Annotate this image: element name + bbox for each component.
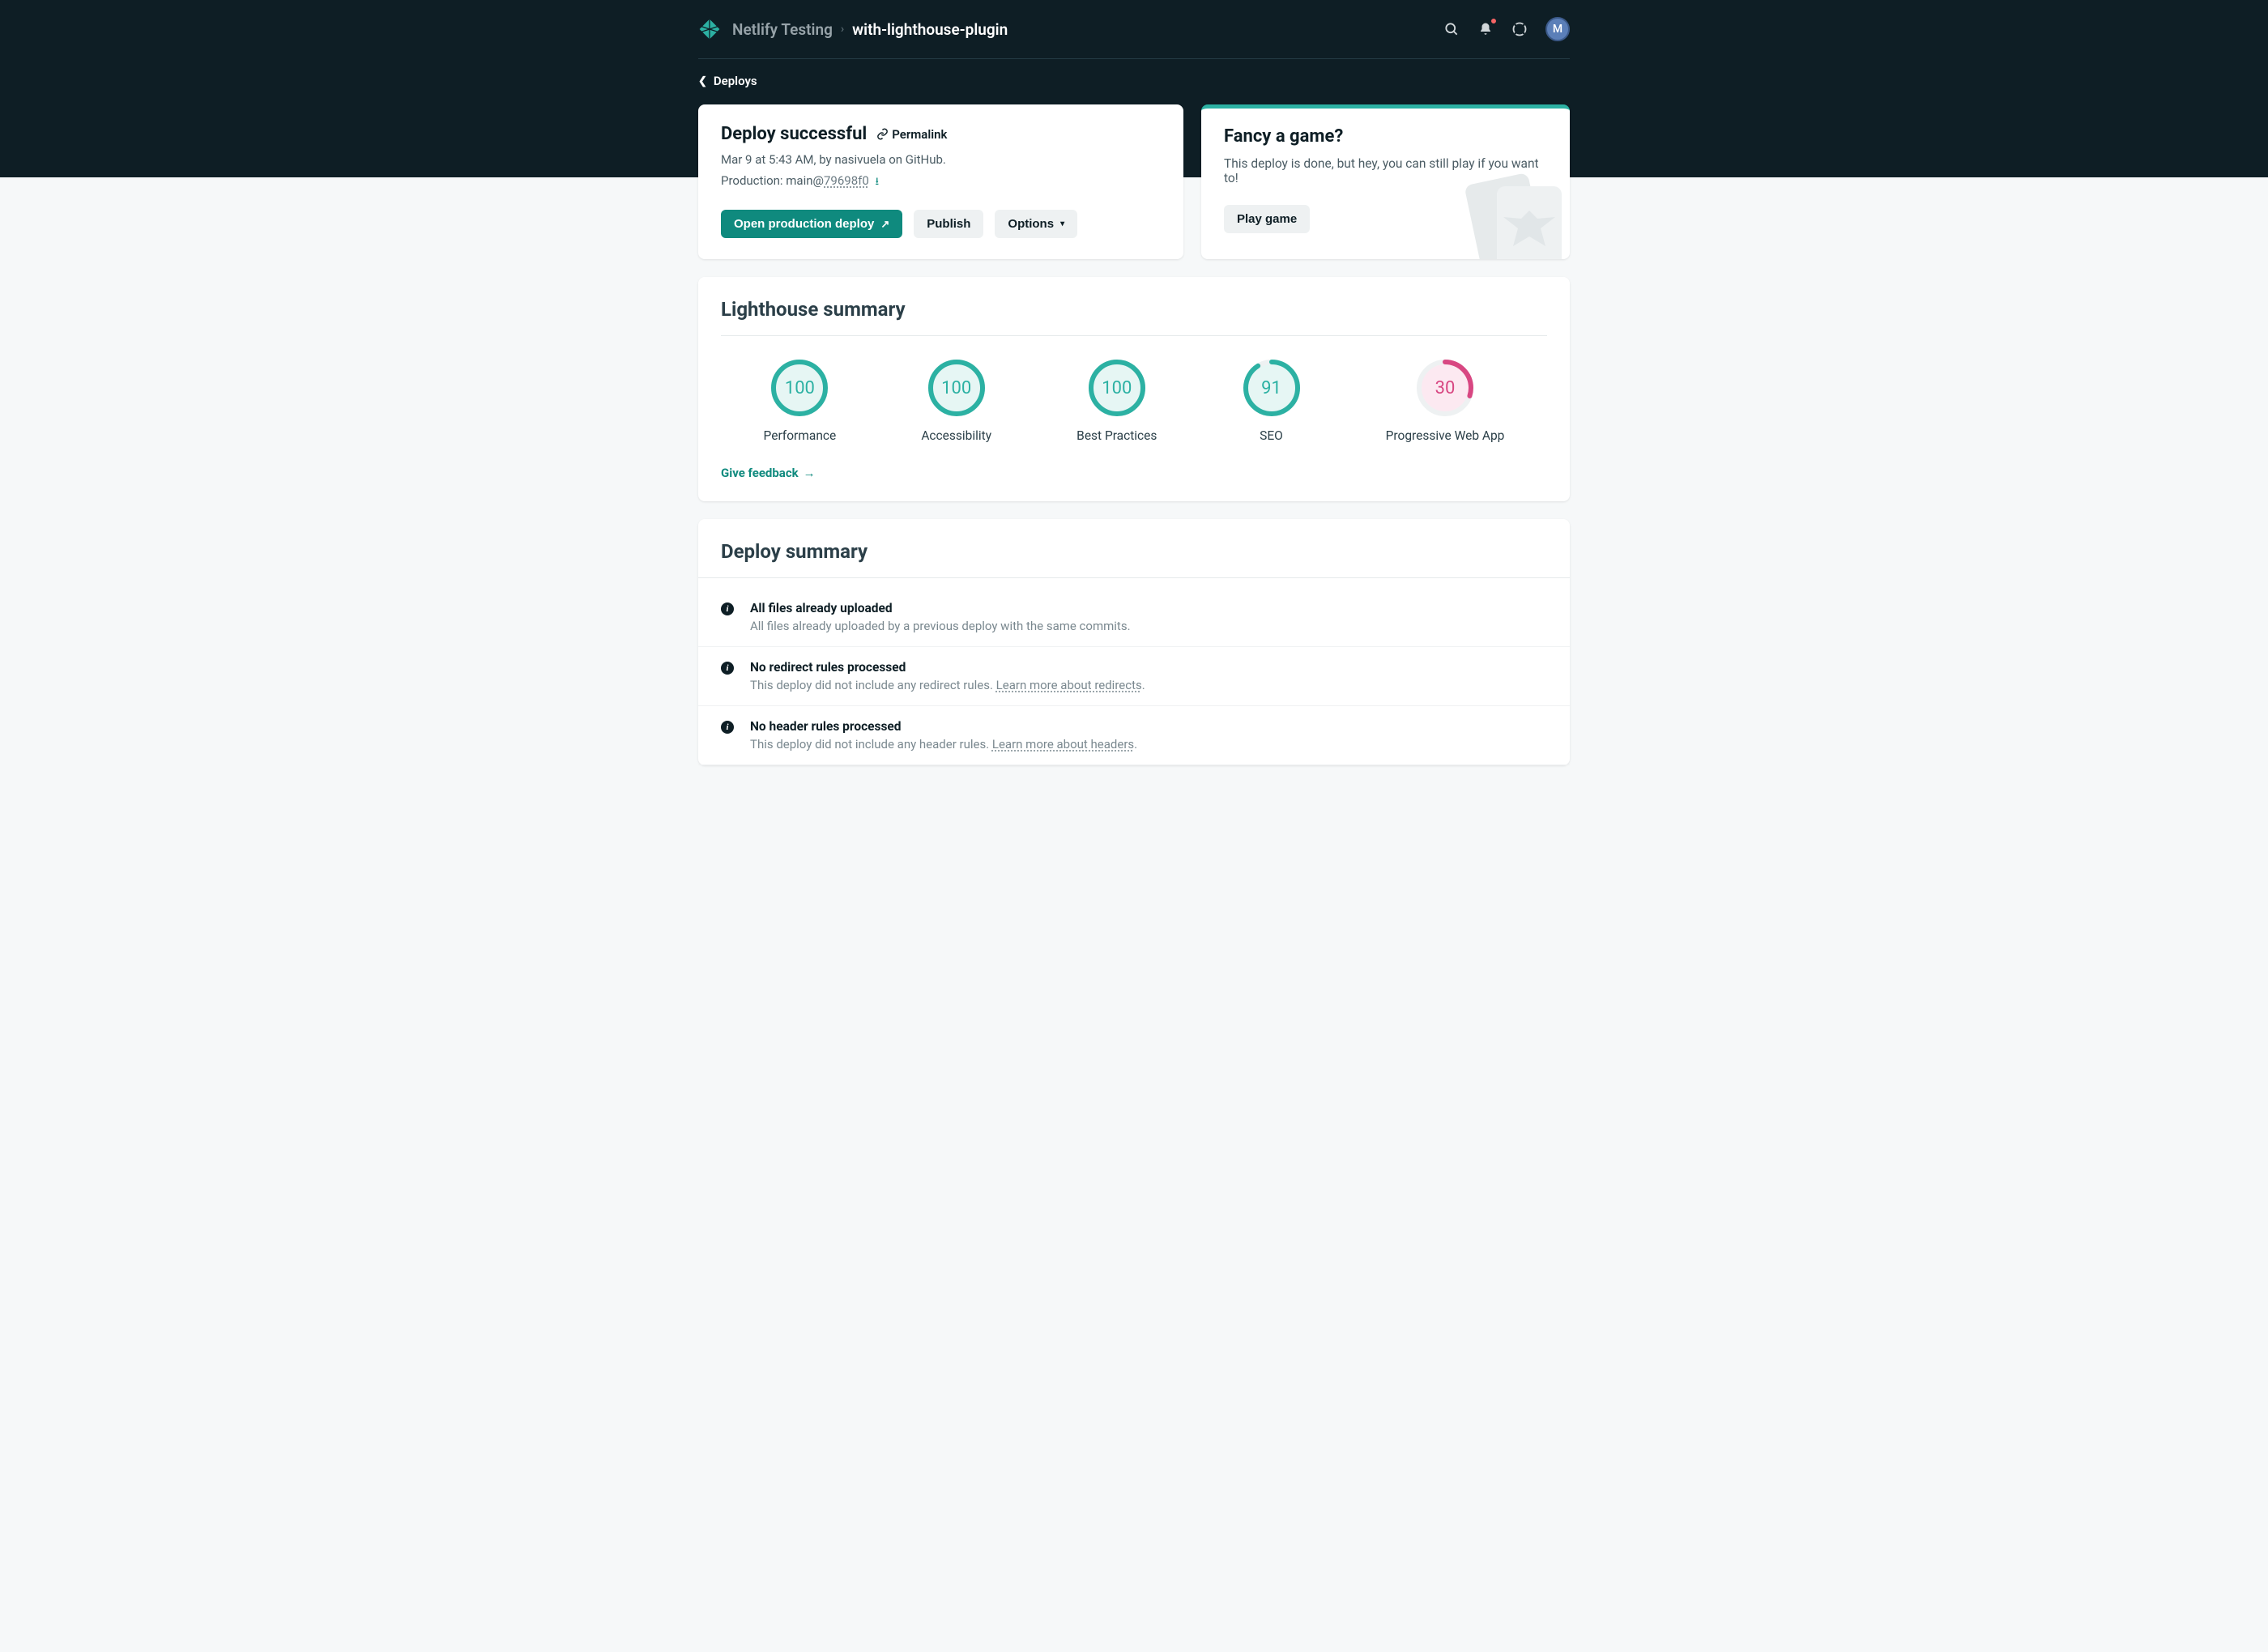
breadcrumb: Netlify Testing › with-lighthouse-plugin xyxy=(732,20,1008,39)
score-gauge: 100 xyxy=(927,359,986,417)
breadcrumb-site[interactable]: with-lighthouse-plugin xyxy=(852,20,1008,39)
chevron-right-icon: › xyxy=(841,23,844,36)
link-icon xyxy=(876,128,889,140)
back-to-deploys[interactable]: ❮ Deploys xyxy=(698,59,1570,104)
avatar[interactable]: M xyxy=(1545,17,1570,41)
deploy-summary-title: Deploy summary xyxy=(721,540,1547,563)
prod-prefix: Production: main@ xyxy=(721,173,824,188)
breadcrumb-team[interactable]: Netlify Testing xyxy=(732,20,833,39)
info-icon: i xyxy=(721,721,734,734)
open-deploy-label: Open production deploy xyxy=(734,217,874,231)
score-value: 91 xyxy=(1243,359,1301,417)
summary-item-title: No header rules processed xyxy=(750,719,1547,734)
score-value: 30 xyxy=(1416,359,1474,417)
open-production-deploy-button[interactable]: Open production deploy ↗ xyxy=(721,210,902,238)
score-value: 100 xyxy=(927,359,986,417)
score-label: Progressive Web App xyxy=(1386,428,1505,443)
chevron-left-icon: ❮ xyxy=(698,75,707,87)
deploy-status-title: Deploy successful xyxy=(721,124,867,144)
game-desc: This deploy is done, but hey, you can st… xyxy=(1224,156,1547,185)
score-gauge: 30 xyxy=(1416,359,1474,417)
help-icon[interactable] xyxy=(1511,21,1528,37)
summary-item-title: No redirect rules processed xyxy=(750,660,1547,675)
summary-item-title: All files already uploaded xyxy=(750,601,1547,615)
deploy-status-card: Deploy successful Permalink Mar 9 at 5:4… xyxy=(698,104,1183,259)
permalink-link[interactable]: Permalink xyxy=(876,127,947,142)
options-label: Options xyxy=(1008,217,1054,231)
lighthouse-score-item: 91 SEO xyxy=(1243,359,1301,443)
score-label: Performance xyxy=(764,428,837,443)
notification-dot xyxy=(1490,18,1497,24)
lighthouse-title: Lighthouse summary xyxy=(721,298,1547,336)
chevron-down-icon: ▾ xyxy=(1060,219,1064,228)
score-label: Best Practices xyxy=(1076,428,1157,443)
permalink-label: Permalink xyxy=(892,127,947,142)
game-title: Fancy a game? xyxy=(1224,126,1547,147)
deploy-production-line: Production: main@79698f0 ⭳ xyxy=(721,173,1161,192)
fancy-a-game-card: Fancy a game? This deploy is done, but h… xyxy=(1201,104,1570,259)
deploy-summary-card: Deploy summary i All files already uploa… xyxy=(698,519,1570,765)
netlify-logo-icon[interactable] xyxy=(698,18,721,40)
arrow-right-icon: → xyxy=(804,466,816,480)
score-value: 100 xyxy=(770,359,829,417)
score-gauge: 100 xyxy=(1088,359,1146,417)
info-icon: i xyxy=(721,602,734,615)
notifications-icon[interactable] xyxy=(1477,21,1494,37)
play-game-button[interactable]: Play game xyxy=(1224,205,1310,233)
deploy-meta: Mar 9 at 5:43 AM, by nasivuela on GitHub… xyxy=(721,152,1161,167)
learn-more-link[interactable]: Learn more about redirects xyxy=(996,678,1142,692)
info-icon: i xyxy=(721,662,734,675)
summary-item-desc: All files already uploaded by a previous… xyxy=(750,619,1547,633)
score-gauge: 91 xyxy=(1243,359,1301,417)
learn-more-link[interactable]: Learn more about headers xyxy=(992,737,1134,751)
options-button[interactable]: Options ▾ xyxy=(995,210,1077,238)
lighthouse-score-item: 30 Progressive Web App xyxy=(1386,359,1505,443)
score-gauge: 100 xyxy=(770,359,829,417)
lighthouse-score-item: 100 Best Practices xyxy=(1076,359,1157,443)
summary-item: i All files already uploaded All files a… xyxy=(698,578,1570,647)
summary-item-desc: This deploy did not include any redirect… xyxy=(750,678,1547,692)
score-label: Accessibility xyxy=(921,428,991,443)
download-icon[interactable]: ⭳ xyxy=(876,174,880,192)
backnav-label: Deploys xyxy=(714,74,757,88)
lighthouse-scores-row: 100 Performance 100 Accessibility 100 Be… xyxy=(721,336,1547,459)
score-label: SEO xyxy=(1260,428,1283,443)
external-link-icon: ↗ xyxy=(880,218,889,231)
give-feedback-link[interactable]: Give feedback → xyxy=(721,466,816,480)
lighthouse-score-item: 100 Accessibility xyxy=(921,359,991,443)
summary-item-desc: This deploy did not include any header r… xyxy=(750,737,1547,751)
commit-link[interactable]: 79698f0 xyxy=(824,173,869,188)
lighthouse-summary-card: Lighthouse summary 100 Performance 100 A… xyxy=(698,277,1570,501)
summary-item: i No redirect rules processed This deplo… xyxy=(698,647,1570,706)
lighthouse-score-item: 100 Performance xyxy=(764,359,837,443)
summary-item: i No header rules processed This deploy … xyxy=(698,706,1570,765)
score-value: 100 xyxy=(1088,359,1146,417)
feedback-label: Give feedback xyxy=(721,466,799,480)
search-icon[interactable] xyxy=(1443,21,1460,37)
publish-button[interactable]: Publish xyxy=(914,210,983,238)
